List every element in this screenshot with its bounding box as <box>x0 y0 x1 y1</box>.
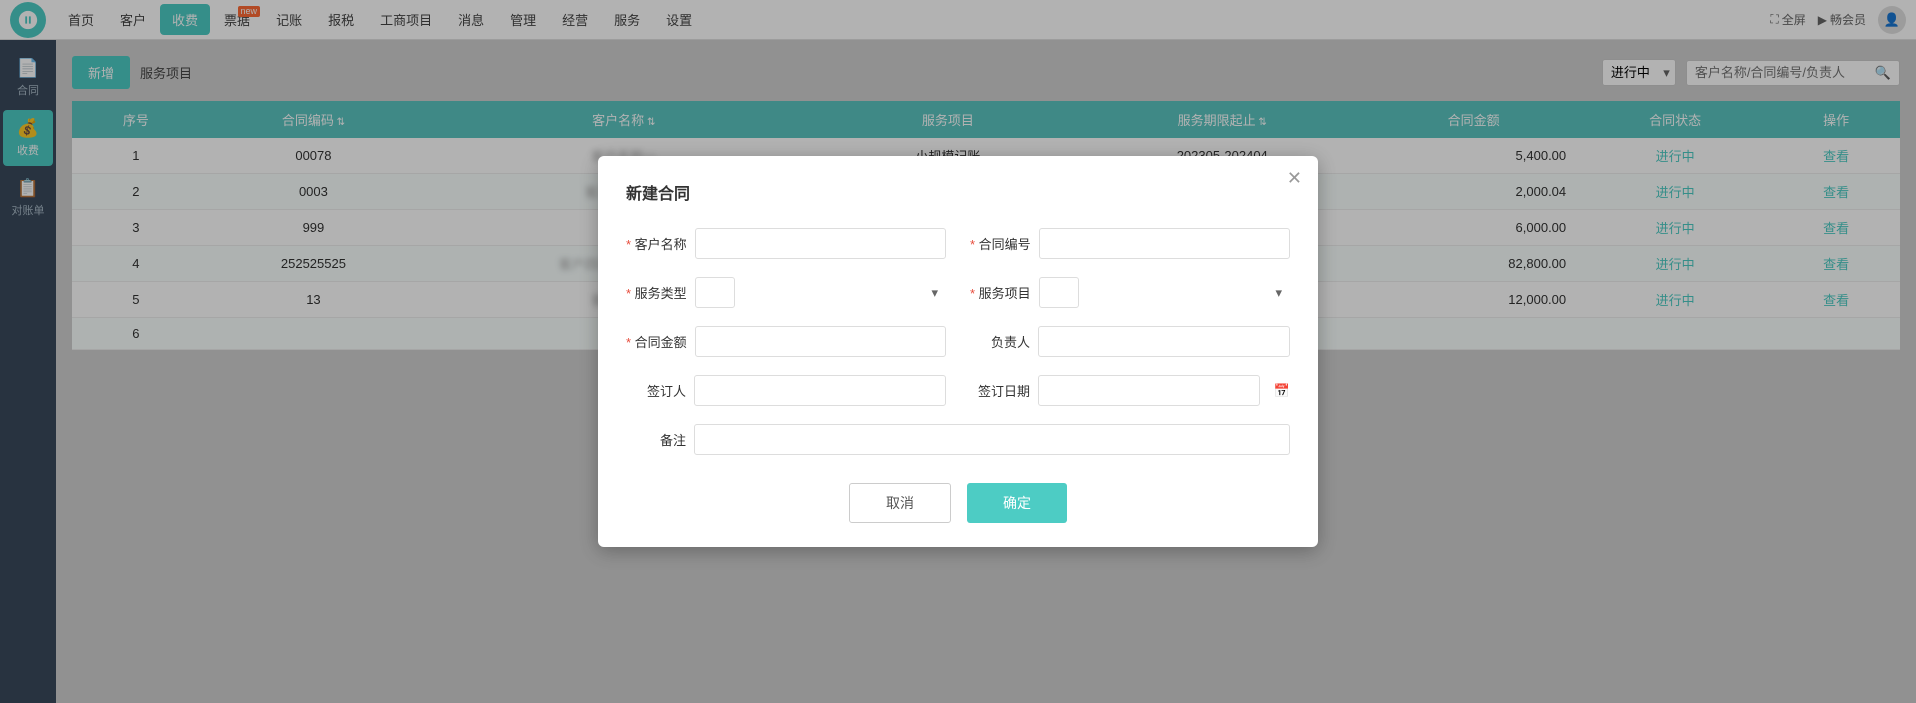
signer-label: 签订人 <box>626 381 686 400</box>
remark-label: 备注 <box>626 430 686 449</box>
amount-label: 合同金额 <box>626 332 687 351</box>
field-service-type: 服务类型 <box>626 277 946 308</box>
sign-date-input[interactable]: 2023-06-06 <box>1038 375 1260 406</box>
form-row-2: 服务类型 服务项目 <box>626 277 1290 308</box>
service-item-label: 服务项目 <box>970 283 1031 302</box>
owner-input[interactable] <box>1038 326 1290 357</box>
field-signer: 签订人 <box>626 375 946 406</box>
modal-title: 新建合同 <box>626 180 1290 204</box>
service-type-select[interactable] <box>695 277 735 308</box>
contract-no-input[interactable] <box>1039 228 1290 259</box>
field-customer: 客户名称 <box>626 228 946 259</box>
confirm-button[interactable]: 确定 <box>967 483 1067 523</box>
form-row-4: 签订人 签订日期 2023-06-06 📅 <box>626 375 1290 406</box>
field-contract-no: 合同编号 <box>970 228 1290 259</box>
service-type-label: 服务类型 <box>626 283 687 302</box>
customer-input[interactable] <box>695 228 946 259</box>
field-remark: 备注 <box>626 424 1290 455</box>
field-sign-date: 签订日期 2023-06-06 📅 <box>970 375 1290 406</box>
amount-input[interactable]: 0.00 <box>695 326 946 357</box>
field-amount: 合同金额 0.00 <box>626 326 946 357</box>
service-item-select-wrap <box>1039 277 1290 308</box>
form-row-1: 客户名称 合同编号 <box>626 228 1290 259</box>
cancel-button[interactable]: 取消 <box>849 483 951 523</box>
field-owner: 负责人 <box>970 326 1290 357</box>
customer-label: 客户名称 <box>626 234 687 253</box>
new-contract-modal: ✕ 新建合同 客户名称 合同编号 服务类型 服务项目 <box>598 156 1318 547</box>
service-type-select-wrap <box>695 277 946 308</box>
modal-overlay: ✕ 新建合同 客户名称 合同编号 服务类型 服务项目 <box>0 0 1916 703</box>
owner-label: 负责人 <box>970 332 1030 351</box>
service-item-select[interactable] <box>1039 277 1079 308</box>
contract-no-label: 合同编号 <box>970 234 1031 253</box>
form-row-5: 备注 <box>626 424 1290 455</box>
modal-footer: 取消 确定 <box>626 483 1290 523</box>
form-row-3: 合同金额 0.00 负责人 <box>626 326 1290 357</box>
signer-input[interactable] <box>694 375 946 406</box>
sign-date-label: 签订日期 <box>970 381 1030 400</box>
modal-close-button[interactable]: ✕ <box>1287 168 1302 189</box>
remark-input[interactable] <box>694 424 1290 455</box>
field-service-item: 服务项目 <box>970 277 1290 308</box>
calendar-icon[interactable]: 📅 <box>1274 383 1290 399</box>
